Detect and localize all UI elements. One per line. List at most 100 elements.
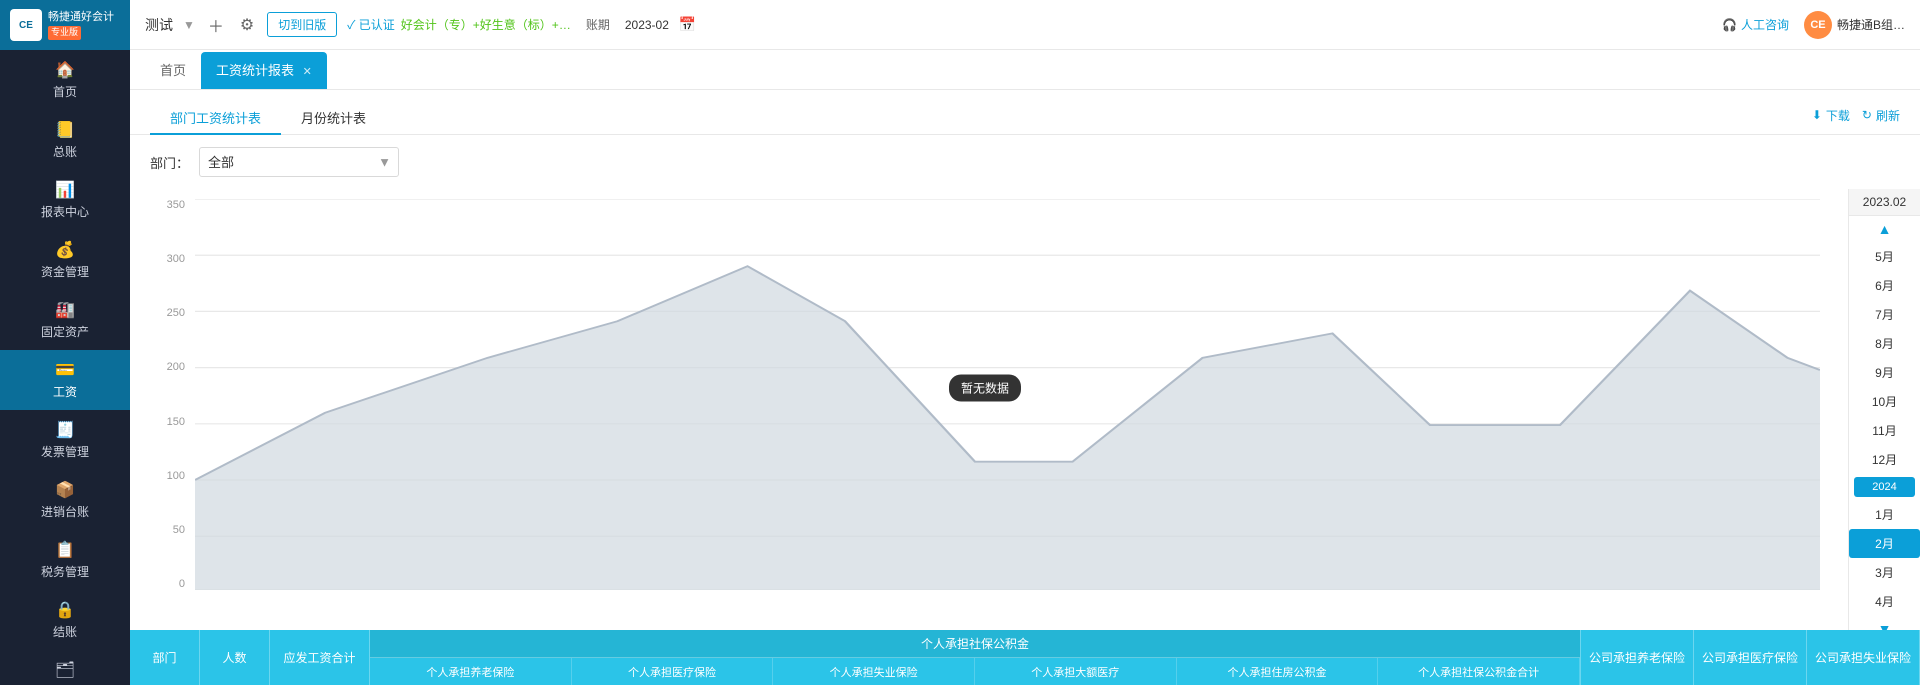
date-month-6[interactable]: 6月 — [1849, 271, 1920, 300]
th-serious-illness: 个人承担大额医疗 — [975, 658, 1177, 685]
sidebar-item-funds[interactable]: 💰 资金管理 — [0, 230, 130, 290]
date-month-2-active[interactable]: 2月 — [1849, 529, 1920, 558]
assets-icon: 🏭 — [55, 300, 75, 320]
add-button[interactable]: ＋ — [205, 10, 227, 40]
y-label-100: 100 — [167, 470, 185, 482]
settings-button[interactable]: ⚙ — [237, 12, 257, 38]
ledger-icon: 📒 — [55, 120, 75, 140]
table-footer-header: 部门 人数 应发工资合计 个人承担社保公积金 个人承担养老保险 — [130, 630, 1920, 685]
date-panel-header: 2023.02 — [1849, 189, 1920, 216]
company-name: 测试 — [145, 15, 173, 35]
th-total-salary: 应发工资合计 — [270, 630, 370, 685]
archive-icon: 🗂 — [55, 660, 75, 680]
logo-text: 畅捷通好会计 专业版 — [48, 10, 114, 40]
y-axis-labels: 350 300 250 200 150 100 50 0 — [150, 199, 190, 590]
y-label-300: 300 — [167, 253, 185, 265]
dept-select[interactable]: 全部 销售部 财务部 人事部 技术部 — [199, 147, 399, 177]
inventory-icon: 📦 — [55, 480, 75, 500]
chart-date-container: 350 300 250 200 150 100 50 0 — [130, 189, 1920, 630]
sidebar-logo: CE 畅捷通好会计 专业版 — [0, 0, 130, 50]
tab-salary-stats[interactable]: 工资统计报表 ✕ — [201, 52, 327, 89]
sub-tabs: 部门工资统计表 月份统计表 ⬇ 下载 ↻ 刷新 — [130, 90, 1920, 135]
salary-icon: 💳 — [55, 360, 75, 380]
y-label-150: 150 — [167, 416, 185, 428]
sidebar-item-assets[interactable]: 🏭 固定资产 — [0, 290, 130, 350]
date-month-9[interactable]: 9月 — [1849, 358, 1920, 387]
sub-tab-monthly[interactable]: 月份统计表 — [281, 102, 386, 135]
date-panel: 2023.02 ▲ 5月 6月 7月 8月 9月 10月 11月 12月 202… — [1848, 189, 1920, 630]
avatar: CE — [1804, 11, 1832, 39]
year-2024-badge: 2024 — [1854, 477, 1915, 497]
filter-row: 部门： 全部 销售部 财务部 人事部 技术部 ▼ — [130, 135, 1920, 189]
sidebar-item-ledger[interactable]: 📒 总账 — [0, 110, 130, 170]
sidebar-item-reports[interactable]: 📊 报表中心 — [0, 170, 130, 230]
user-menu[interactable]: CE 畅捷通B组… — [1804, 11, 1905, 39]
certified-badge: ✓ 已认证 — [347, 16, 395, 33]
date-nav-down[interactable]: ▼ — [1849, 616, 1920, 630]
date-month-7[interactable]: 7月 — [1849, 300, 1920, 329]
tabs-bar: 首页 工资统计报表 ✕ — [130, 50, 1920, 90]
dept-filter-wrapper: 全部 销售部 财务部 人事部 技术部 ▼ — [199, 147, 399, 177]
y-label-250: 250 — [167, 307, 185, 319]
th-comp-unemploy: 公司承担失业保险 — [1807, 630, 1920, 685]
sidebar-item-salary[interactable]: 💳 工资 — [0, 350, 130, 410]
invoice-icon: 🧾 — [55, 420, 75, 440]
sub-tab-dept[interactable]: 部门工资统计表 — [150, 102, 281, 135]
chart-tooltip: 暂无数据 — [949, 375, 1021, 402]
tax-icon: 📋 — [55, 540, 75, 560]
table-header-row: 部门 人数 应发工资合计 个人承担社保公积金 个人承担养老保险 — [130, 630, 1920, 685]
y-label-350: 350 — [167, 199, 185, 211]
date-month-4[interactable]: 4月 — [1849, 587, 1920, 616]
th-count: 人数 — [200, 630, 270, 685]
company-dropdown-arrow: ▼ — [183, 18, 195, 32]
date-month-12[interactable]: 12月 — [1849, 445, 1920, 474]
sidebar-item-home[interactable]: 🏠 首页 — [0, 50, 130, 110]
th-group-title: 个人承担社保公积金 — [370, 630, 1580, 658]
service-btn[interactable]: 🎧 人工咨询 — [1722, 16, 1789, 33]
sidebar-item-closing[interactable]: 🔒 结账 — [0, 590, 130, 650]
th-housing-fund: 个人承担住房公积金 — [1177, 658, 1379, 685]
y-label-0: 0 — [179, 578, 185, 590]
date-nav-up[interactable]: ▲ — [1849, 216, 1920, 242]
dept-filter-label: 部门： — [150, 153, 189, 172]
sidebar-item-archive[interactable]: 🗂 归档管理 — [0, 650, 130, 685]
sidebar: CE 畅捷通好会计 专业版 🏠 首页 📒 总账 📊 报表中心 💰 资金管理 🏭 … — [0, 0, 130, 685]
y-label-200: 200 — [167, 361, 185, 373]
date-month-1[interactable]: 1月 — [1849, 500, 1920, 529]
date-month-5[interactable]: 5月 — [1849, 242, 1920, 271]
th-group-personal-insurance: 个人承担社保公积金 个人承担养老保险 个人承担医疗保险 个人承担失业保险 — [370, 630, 1581, 685]
sidebar-item-inventory[interactable]: 📦 进销台账 — [0, 470, 130, 530]
th-comp-pension: 公司承担养老保险 — [1581, 630, 1694, 685]
calendar-icon[interactable]: 📅 — [679, 16, 696, 33]
sidebar-item-invoice[interactable]: 🧾 发票管理 — [0, 410, 130, 470]
sidebar-item-tax[interactable]: 📋 税务管理 — [0, 530, 130, 590]
topbar: 测试 ▼ ＋ ⚙ 切到旧版 ✓ 已认证 好会计（专）+好生意（标）+… 账期 2… — [130, 0, 1920, 50]
chart-svg-wrapper: 350 300 250 200 150 100 50 0 — [150, 199, 1820, 620]
funds-icon: 💰 — [55, 240, 75, 260]
th-medical: 个人承担医疗保险 — [572, 658, 774, 685]
th-insurance-total: 个人承担社保公积金合计 — [1378, 658, 1580, 685]
badges-area: ✓ 已认证 好会计（专）+好生意（标）+… — [347, 16, 571, 33]
period-value: 2023-02 — [625, 18, 669, 32]
switch-old-version-button[interactable]: 切到旧版 — [267, 12, 337, 37]
reports-icon: 📊 — [55, 180, 75, 200]
tab-close-icon[interactable]: ✕ — [303, 66, 312, 78]
chart-area: 350 300 250 200 150 100 50 0 — [130, 189, 1920, 630]
th-group-sub-row: 个人承担养老保险 个人承担医疗保险 个人承担失业保险 个人承担大额医疗 个人承担 — [370, 658, 1580, 685]
topbar-right: 🎧 人工咨询 CE 畅捷通B组… — [1722, 11, 1905, 39]
date-month-10[interactable]: 10月 — [1849, 387, 1920, 416]
th-comp-medical: 公司承担医疗保险 — [1694, 630, 1807, 685]
tab-home[interactable]: 首页 — [145, 52, 201, 89]
date-month-3[interactable]: 3月 — [1849, 558, 1920, 587]
th-dept: 部门 — [130, 630, 200, 685]
content-area: 部门工资统计表 月份统计表 ⬇ 下载 ↻ 刷新 部门： 全部 — [130, 90, 1920, 685]
refresh-button[interactable]: ↻ 刷新 — [1862, 107, 1900, 124]
product-badge: 好会计（专）+好生意（标）+… — [401, 16, 571, 33]
date-month-8[interactable]: 8月 — [1849, 329, 1920, 358]
download-button[interactable]: ⬇ 下载 — [1812, 107, 1850, 124]
logo-icon: CE — [10, 9, 42, 41]
main-content: 测试 ▼ ＋ ⚙ 切到旧版 ✓ 已认证 好会计（专）+好生意（标）+… 账期 2… — [130, 0, 1920, 685]
date-month-11[interactable]: 11月 — [1849, 416, 1920, 445]
headset-icon: 🎧 — [1722, 18, 1737, 32]
closing-icon: 🔒 — [55, 600, 75, 620]
